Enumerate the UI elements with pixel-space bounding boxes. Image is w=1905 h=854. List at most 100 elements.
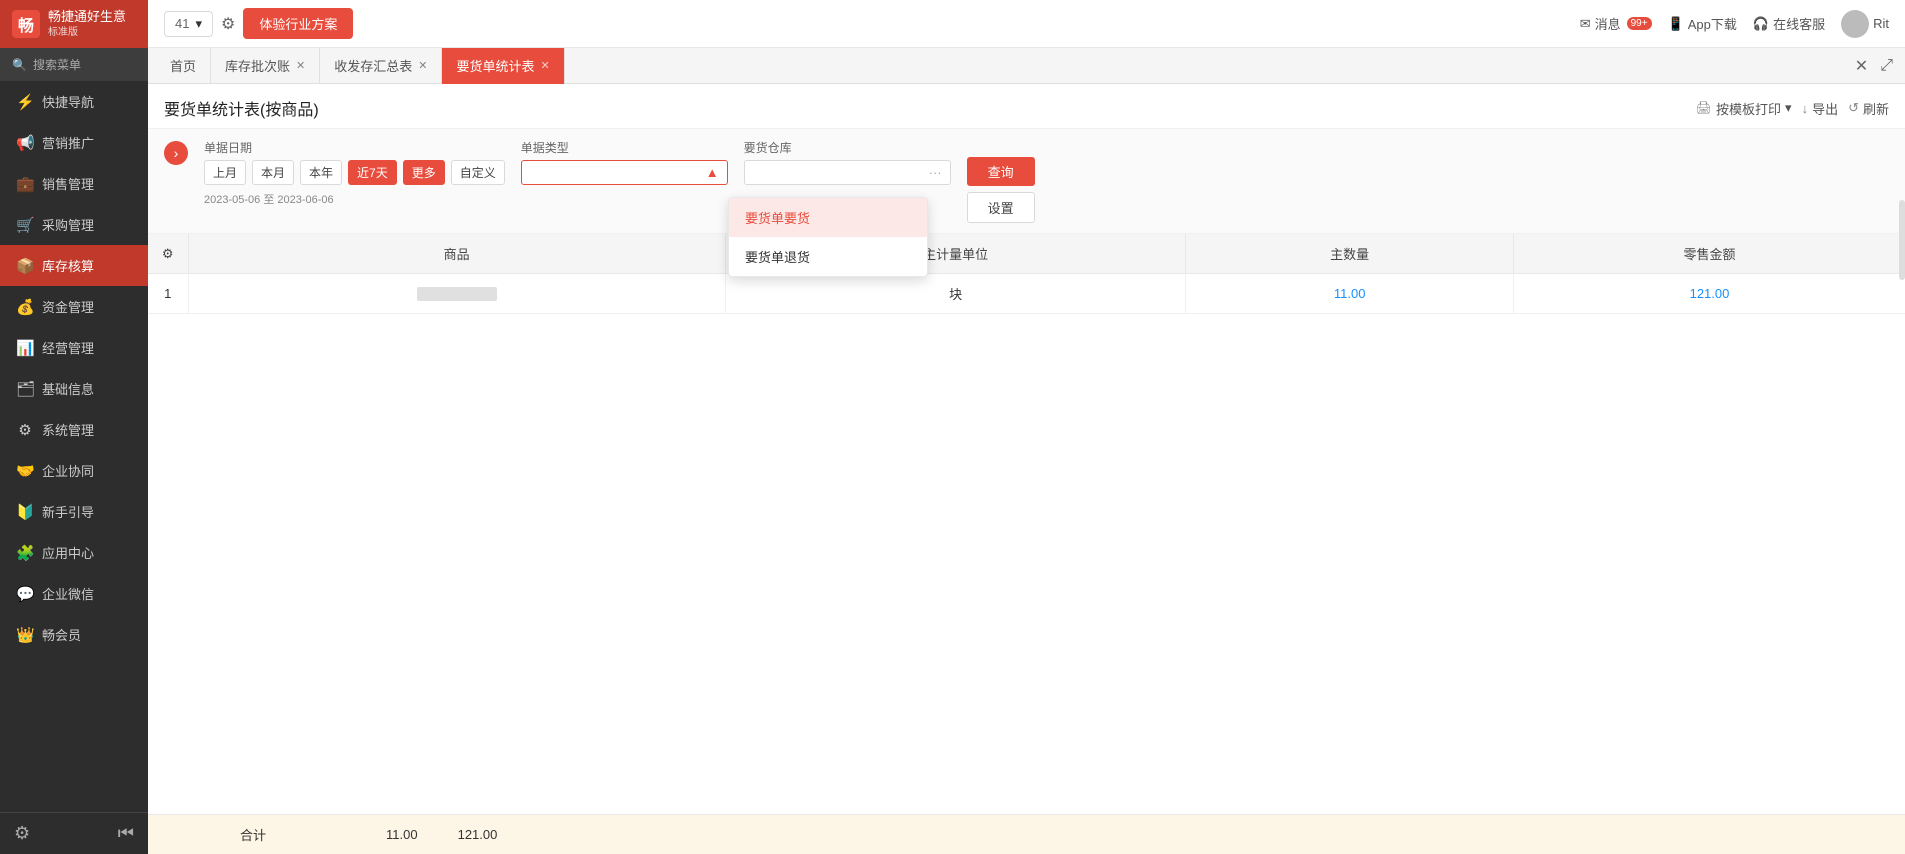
right-scroll-handle[interactable] bbox=[1899, 200, 1905, 280]
footer-amount: 121.00 bbox=[458, 827, 498, 842]
sidebar-item-appcenter[interactable]: 🧩 应用中心 bbox=[0, 532, 148, 573]
page-title: 要货单统计表(按商品) bbox=[164, 96, 319, 120]
sidebar-item-system[interactable]: ⚙ 系统管理 bbox=[0, 409, 148, 450]
user-avatar bbox=[1841, 10, 1869, 38]
tab-home[interactable]: 首页 bbox=[156, 48, 211, 84]
sidebar-item-shortcut[interactable]: ⚡ 快捷导航 bbox=[0, 81, 148, 122]
table-row: 1 块 11.00 121.00 bbox=[148, 274, 1905, 314]
vip-icon: 👑 bbox=[16, 626, 34, 644]
page-content: 要货单统计表(按商品) 🖨 按模板打印 ▾ ↓ 导出 ↺ 刷新 › bbox=[148, 84, 1905, 854]
system-icon: ⚙ bbox=[16, 421, 34, 439]
settings-icon[interactable]: ⚙ bbox=[14, 823, 30, 844]
filter-date-range: 2023-05-06 至 2023-06-06 bbox=[204, 191, 505, 207]
warehouse-more-icon[interactable]: ··· bbox=[929, 165, 942, 180]
basics-icon: 🗂 bbox=[16, 380, 34, 398]
sidebar-item-collab[interactable]: 🤝 企业协同 bbox=[0, 450, 148, 491]
filter-date-row: 上月 本月 本年 近7天 更多 自定义 bbox=[204, 160, 505, 185]
query-button[interactable]: 查询 bbox=[967, 157, 1035, 186]
inventory-icon: 📦 bbox=[16, 257, 34, 275]
date-btn-this-year[interactable]: 本年 bbox=[300, 160, 342, 185]
trial-button[interactable]: 体验行业方案 bbox=[243, 8, 353, 39]
app-download-button[interactable]: 📱 App下载 bbox=[1668, 14, 1737, 33]
chevron-down-icon: ▾ bbox=[195, 16, 202, 32]
company-selector[interactable]: 41 ▾ bbox=[164, 11, 213, 37]
sidebar-item-operations[interactable]: 📊 经营管理 bbox=[0, 327, 148, 368]
footer-total-label: 合计 bbox=[240, 825, 266, 844]
sidebar-item-vip[interactable]: 👑 畅会员 bbox=[0, 614, 148, 655]
print-button[interactable]: 🖨 按模板打印 ▾ bbox=[1696, 99, 1792, 118]
table-col-settings[interactable]: ⚙ bbox=[148, 234, 188, 274]
tab-batch-close[interactable]: ✕ bbox=[296, 59, 305, 72]
tab-batch[interactable]: 库存批次账 ✕ bbox=[211, 48, 320, 84]
filter-date-group: 单据日期 上月 本月 本年 近7天 更多 自定义 2023-05-06 至 20… bbox=[204, 139, 505, 207]
filter-type-group: 单据类型 ▲ bbox=[521, 139, 728, 185]
table-cell-product bbox=[188, 274, 725, 314]
tab-summary[interactable]: 收发存汇总表 ✕ bbox=[320, 48, 442, 84]
collapse-icon[interactable]: ⏮ bbox=[118, 823, 134, 844]
sidebar-nav: ⚡ 快捷导航 📢 营销推广 💼 销售管理 🛒 采购管理 📦 库存核算 💰 资金管… bbox=[0, 81, 148, 812]
table-col-amount: 零售金额 bbox=[1513, 234, 1905, 274]
filter-actions: 查询 设置 bbox=[967, 157, 1035, 223]
sidebar-item-basics[interactable]: 🗂 基础信息 bbox=[0, 368, 148, 409]
date-btn-custom[interactable]: 自定义 bbox=[451, 160, 505, 185]
table-footer: 合计 11.00 121.00 bbox=[148, 814, 1905, 854]
finance-icon: 💰 bbox=[16, 298, 34, 316]
topbar-gear-icon[interactable]: ⚙ bbox=[221, 14, 235, 34]
sidebar-item-finance[interactable]: 💰 资金管理 bbox=[0, 286, 148, 327]
search-icon: 🔍 bbox=[12, 58, 27, 72]
type-dropdown-up-icon[interactable]: ▲ bbox=[706, 165, 719, 180]
table-cell-index: 1 bbox=[148, 274, 188, 314]
table-cell-unit: 块 bbox=[725, 274, 1186, 314]
tabs-bar: 首页 库存批次账 ✕ 收发存汇总表 ✕ 要货单统计表 ✕ ✕ ⤢ bbox=[148, 48, 1905, 84]
headset-icon: 🎧 bbox=[1753, 16, 1769, 32]
table-header-row: ⚙ 商品 主计量单位 主数量 零售金额 bbox=[148, 234, 1905, 274]
print-icon: 🖨 bbox=[1696, 100, 1713, 116]
main-area: 41 ▾ ⚙ 体验行业方案 ✉ 消息 99+ 📱 App下载 🎧 在线客服 R bbox=[148, 0, 1905, 854]
tabs-maximize-icon[interactable]: ⤢ bbox=[1876, 57, 1897, 75]
filter-settings-button[interactable]: 设置 bbox=[967, 192, 1035, 223]
shortcut-icon: ⚡ bbox=[16, 93, 34, 111]
sidebar-item-marketing[interactable]: 📢 营销推广 bbox=[0, 122, 148, 163]
data-table: ⚙ 商品 主计量单位 主数量 零售金额 1 块 bbox=[148, 234, 1905, 314]
table-cell-amount: 121.00 bbox=[1513, 274, 1905, 314]
filter-warehouse-input[interactable] bbox=[753, 165, 929, 180]
filter-type-input-wrapper: ▲ bbox=[521, 160, 728, 185]
sidebar-search[interactable]: 🔍 搜索菜单 bbox=[0, 48, 148, 81]
filter-expand-button[interactable]: › bbox=[164, 141, 188, 165]
sidebar-item-inventory[interactable]: 📦 库存核算 bbox=[0, 245, 148, 286]
date-btn-this-month[interactable]: 本月 bbox=[252, 160, 294, 185]
filter-type-input[interactable] bbox=[530, 165, 706, 180]
tab-requisition[interactable]: 要货单统计表 ✕ bbox=[442, 48, 564, 84]
date-btn-last-month[interactable]: 上月 bbox=[204, 160, 246, 185]
dropdown-item-requisition-order[interactable]: 要货单要货 bbox=[729, 198, 927, 237]
marketing-icon: 📢 bbox=[16, 134, 34, 152]
table-col-product: 商品 bbox=[188, 234, 725, 274]
guide-icon: 🔰 bbox=[16, 503, 34, 521]
sidebar-item-wxwork[interactable]: 💬 企业微信 bbox=[0, 573, 148, 614]
filter-bar: › 单据日期 上月 本月 本年 近7天 更多 自定义 2023-05-06 至 … bbox=[148, 129, 1905, 234]
sidebar-item-purchase[interactable]: 🛒 采购管理 bbox=[0, 204, 148, 245]
app-title: 畅捷通好生意 标准版 bbox=[48, 9, 126, 39]
messages-button[interactable]: ✉ 消息 99+ bbox=[1580, 14, 1652, 33]
sidebar: 畅 畅捷通好生意 标准版 🔍 搜索菜单 ⚡ 快捷导航 📢 营销推广 💼 销售管理… bbox=[0, 0, 148, 854]
appcenter-icon: 🧩 bbox=[16, 544, 34, 562]
dropdown-item-requisition-return[interactable]: 要货单退货 bbox=[729, 237, 927, 276]
tab-requisition-close[interactable]: ✕ bbox=[541, 59, 550, 72]
online-service-button[interactable]: 🎧 在线客服 bbox=[1753, 14, 1825, 33]
tabs-close-all-icon[interactable]: ✕ bbox=[1851, 56, 1872, 76]
sidebar-item-sales[interactable]: 💼 销售管理 bbox=[0, 163, 148, 204]
sidebar-item-guide[interactable]: 🔰 新手引导 bbox=[0, 491, 148, 532]
export-button[interactable]: ↓ 导出 bbox=[1802, 99, 1839, 118]
user-menu[interactable]: Rit bbox=[1841, 10, 1889, 38]
page-header: 要货单统计表(按商品) 🖨 按模板打印 ▾ ↓ 导出 ↺ 刷新 bbox=[148, 84, 1905, 129]
operations-icon: 📊 bbox=[16, 339, 34, 357]
topbar-right: ✉ 消息 99+ 📱 App下载 🎧 在线客服 Rit bbox=[1580, 10, 1889, 38]
date-btn-more[interactable]: 更多 bbox=[403, 160, 445, 185]
export-icon: ↓ bbox=[1802, 101, 1809, 116]
sidebar-header: 畅 畅捷通好生意 标准版 bbox=[0, 0, 148, 48]
filter-warehouse-input-wrapper: ··· bbox=[744, 160, 951, 185]
tab-summary-close[interactable]: ✕ bbox=[418, 59, 427, 72]
footer-quantity: 11.00 bbox=[386, 827, 418, 842]
refresh-button[interactable]: ↺ 刷新 bbox=[1848, 99, 1889, 118]
date-btn-recent7[interactable]: 近7天 bbox=[348, 160, 397, 185]
